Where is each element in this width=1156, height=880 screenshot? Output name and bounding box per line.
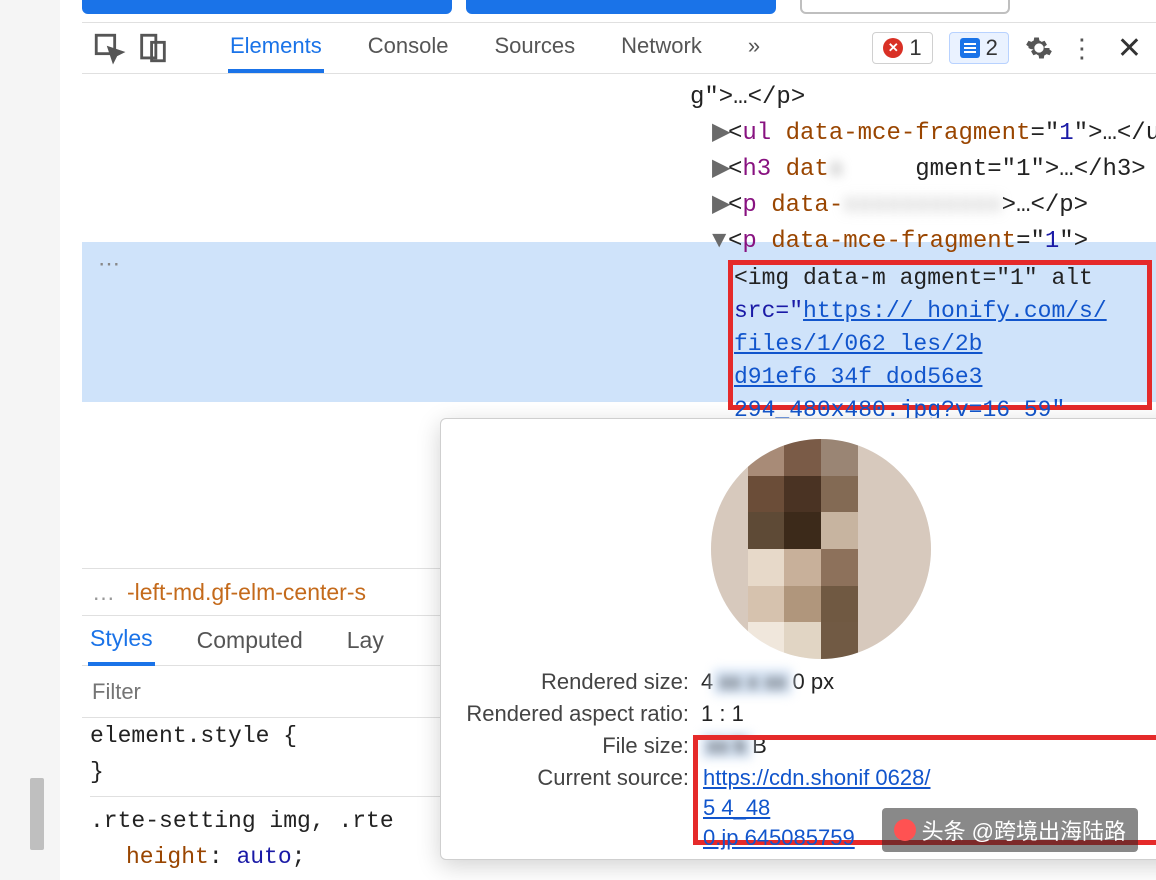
rendered-size-value: 4xx x xx0 px — [701, 669, 1156, 695]
devtools-toolbar: Elements Console Sources Network » ✕ 1 2 — [82, 22, 1156, 74]
watermark-logo-icon — [894, 819, 916, 841]
img-src-block[interactable]: <img data-m agment="1" alt src="https://… — [734, 262, 1146, 427]
subtab-computed[interactable]: Computed — [195, 617, 305, 664]
error-icon: ✕ — [883, 38, 903, 58]
selection-ellipsis: ⋯ — [98, 248, 120, 284]
src-url-link[interactable]: files/1/062 les/2b — [734, 331, 982, 357]
aspect-ratio-value: 1 : 1 — [701, 701, 1156, 727]
issues-icon — [960, 38, 980, 58]
file-size-label: File size: — [461, 733, 701, 759]
devtools-panel: Elements Console Sources Network » ✕ 1 2 — [60, 0, 1156, 880]
src-url-link[interactable]: d91ef6 34f dod56e3 — [734, 364, 982, 390]
breadcrumb-ellipsis[interactable]: … — [92, 579, 115, 606]
subtab-layout[interactable]: Lay — [345, 617, 386, 664]
dom-line[interactable]: ▶<p data-xxxxxxxxxxx>…</p> — [690, 188, 1148, 224]
collapse-triangle-icon[interactable]: ▶ — [712, 116, 726, 152]
expand-triangle-icon[interactable]: ▼ — [712, 224, 726, 260]
device-toolbar-icon[interactable] — [136, 31, 170, 65]
blue-bar — [466, 0, 776, 14]
settings-gear-icon[interactable] — [1025, 34, 1053, 62]
breadcrumb-segment[interactable]: -left-md.gf-elm-center-s — [127, 579, 366, 606]
dom-line[interactable]: ▶<h3 data gment="1">…</h3> — [690, 152, 1148, 188]
src-url-link[interactable]: https:// honify.com/s/ — [803, 298, 1107, 324]
dom-line[interactable]: g">…</p> — [690, 80, 1148, 116]
aspect-ratio-label: Rendered aspect ratio: — [461, 701, 701, 727]
inspect-element-icon[interactable] — [92, 31, 126, 65]
tab-elements[interactable]: Elements — [228, 23, 324, 73]
close-icon[interactable]: ✕ — [1111, 31, 1148, 66]
dom-line[interactable]: ▶<ul data-mce-fragment="1">…</ul> — [690, 116, 1148, 152]
issues-badge[interactable]: 2 — [949, 32, 1009, 64]
subtab-styles[interactable]: Styles — [88, 615, 155, 666]
errors-badge[interactable]: ✕ 1 — [872, 32, 932, 64]
tab-sources[interactable]: Sources — [492, 23, 577, 73]
errors-count: 1 — [909, 35, 921, 61]
tab-more-icon[interactable]: » — [746, 23, 762, 73]
css-property[interactable]: height — [90, 844, 209, 870]
watermark-prefix: 头条 — [922, 814, 966, 846]
tab-network[interactable]: Network — [619, 23, 704, 73]
tab-console[interactable]: Console — [366, 23, 451, 73]
watermark-badge: 头条 @跨境出海陆路 — [882, 808, 1138, 852]
top-blue-bars — [82, 0, 776, 20]
image-preview-thumbnail — [711, 439, 931, 659]
panel-tabs: Elements Console Sources Network » — [228, 23, 762, 73]
rendered-size-label: Rendered size: — [461, 669, 701, 695]
kebab-menu-icon[interactable]: ⋮ — [1069, 33, 1095, 64]
dom-lines: g">…</p> ▶<ul data-mce-fragment="1">…</u… — [690, 80, 1148, 260]
dom-line[interactable]: ▼<p data-mce-fragment="1"> — [690, 224, 1148, 260]
css-value[interactable]: auto — [236, 844, 291, 870]
current-source-label: Current source: — [461, 765, 701, 791]
watermark-text: @跨境出海陆路 — [972, 814, 1126, 846]
left-scrollbar-thumb[interactable] — [30, 778, 44, 850]
issues-count: 2 — [986, 35, 998, 61]
collapse-triangle-icon[interactable]: ▶ — [712, 188, 726, 224]
outline-bar — [800, 0, 1010, 14]
image-hover-popover: Rendered size: 4xx x xx0 px Rendered asp… — [440, 418, 1156, 860]
collapse-triangle-icon[interactable]: ▶ — [712, 152, 726, 188]
styles-filter-input[interactable] — [92, 674, 392, 710]
app-frame: Elements Console Sources Network » ✕ 1 2 — [0, 0, 1156, 880]
dom-line[interactable]: <img data-m agment="1" alt — [734, 262, 1146, 295]
blue-bar — [82, 0, 452, 14]
dom-tree-pane[interactable]: ⋯ g">…</p> ▶<ul data-mce-fragment="1">…<… — [82, 74, 1156, 419]
